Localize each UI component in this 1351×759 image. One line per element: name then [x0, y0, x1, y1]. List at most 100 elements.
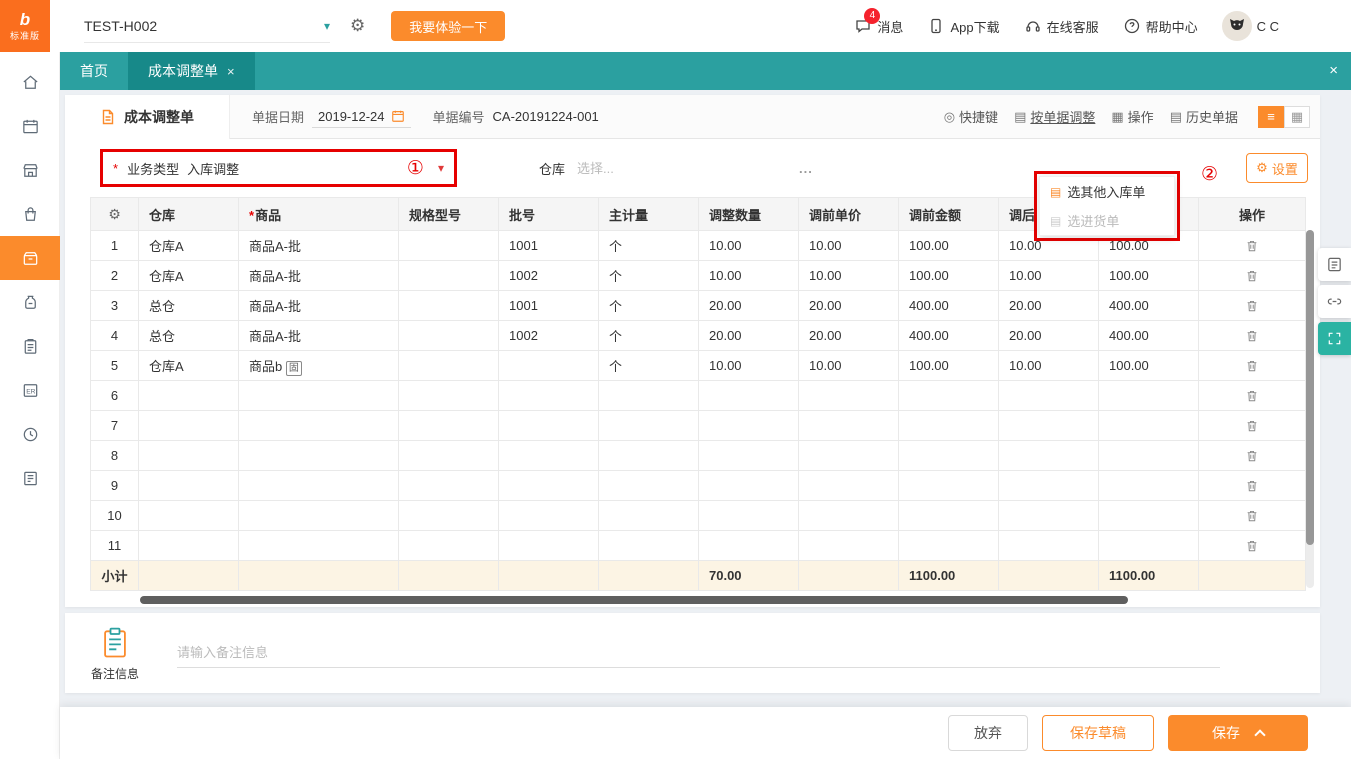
close-icon[interactable]: ×	[227, 64, 235, 79]
cell-qty[interactable]	[698, 530, 799, 561]
shortcut-keys-button[interactable]: ◎ 快捷键	[944, 107, 998, 126]
cell-post_amount[interactable]	[1098, 440, 1199, 471]
cell-unit[interactable]: 个	[598, 320, 699, 351]
cell-batch[interactable]	[498, 380, 599, 411]
cell-pre_amount[interactable]	[898, 440, 999, 471]
cell-pre_price[interactable]: 10.00	[798, 230, 899, 261]
cell-post_amount[interactable]: 100.00	[1098, 350, 1199, 381]
cell-warehouse[interactable]: 仓库A	[138, 230, 239, 261]
cell-spec[interactable]	[398, 350, 499, 381]
cell-batch[interactable]	[498, 530, 599, 561]
cell-warehouse[interactable]: 总仓	[138, 290, 239, 321]
cell-product[interactable]	[238, 500, 399, 531]
cell-post_price[interactable]: 20.00	[998, 290, 1099, 321]
cell-qty[interactable]	[698, 470, 799, 501]
cell-pre_price[interactable]: 10.00	[798, 260, 899, 291]
cell-product[interactable]	[238, 440, 399, 471]
delete-row-icon[interactable]	[1245, 299, 1259, 313]
cell-product[interactable]: 商品A-批	[238, 290, 399, 321]
cell-spec[interactable]	[398, 440, 499, 471]
cell-pre_amount[interactable]: 400.00	[898, 320, 999, 351]
cell-warehouse[interactable]	[138, 470, 239, 501]
vertical-scrollbar-thumb[interactable]	[1306, 230, 1314, 546]
cell-batch[interactable]: 1001	[498, 290, 599, 321]
cell-pre_amount[interactable]: 100.00	[898, 230, 999, 261]
tab-cost-adjustment[interactable]: 成本调整单 ×	[128, 52, 255, 90]
delete-row-icon[interactable]	[1245, 269, 1259, 283]
help-center-button[interactable]: 帮助中心	[1123, 17, 1198, 36]
cell-spec[interactable]	[398, 500, 499, 531]
cell-spec[interactable]	[398, 260, 499, 291]
cell-qty[interactable]: 20.00	[698, 290, 799, 321]
settings-button[interactable]: ⚙ 设置	[1246, 153, 1308, 183]
delete-row-icon[interactable]	[1245, 479, 1259, 493]
cell-warehouse[interactable]	[138, 380, 239, 411]
expand-tool-button[interactable]	[1318, 322, 1351, 355]
cell-qty[interactable]	[698, 380, 799, 411]
cell-post_price[interactable]	[998, 380, 1099, 411]
list-view-button[interactable]: ≡	[1258, 105, 1284, 128]
cell-unit[interactable]: 个	[598, 290, 699, 321]
cell-qty[interactable]	[698, 410, 799, 441]
cell-post_price[interactable]: 10.00	[998, 260, 1099, 291]
sidebar-item-schedule[interactable]	[0, 104, 60, 148]
cell-spec[interactable]	[398, 290, 499, 321]
delete-row-icon[interactable]	[1245, 389, 1259, 403]
cell-qty[interactable]: 10.00	[698, 260, 799, 291]
cell-qty[interactable]: 10.00	[698, 350, 799, 381]
delete-row-icon[interactable]	[1245, 239, 1259, 253]
cell-warehouse[interactable]: 总仓	[138, 320, 239, 351]
cell-pre_amount[interactable]: 400.00	[898, 290, 999, 321]
cell-pre_price[interactable]	[798, 440, 899, 471]
cell-product[interactable]: 商品A-批	[238, 230, 399, 261]
cell-post_amount[interactable]	[1098, 410, 1199, 441]
cell-pre_price[interactable]	[798, 410, 899, 441]
biz-type-select[interactable]: * 业务类型 入库调整 ① ▾	[100, 149, 457, 187]
gear-icon[interactable]: ⚙	[350, 16, 365, 36]
cell-pre_price[interactable]	[798, 380, 899, 411]
experience-button[interactable]: 我要体验一下	[391, 11, 506, 41]
doc-tab[interactable]: 成本调整单	[65, 94, 230, 139]
sidebar-item-purchase[interactable]	[0, 192, 60, 236]
cell-warehouse[interactable]: 仓库A	[138, 350, 239, 381]
attachment-tool-button[interactable]	[1318, 285, 1351, 318]
cell-unit[interactable]: 个	[598, 230, 699, 261]
cell-unit[interactable]	[598, 530, 699, 561]
close-all-icon[interactable]: ×	[1329, 62, 1338, 79]
cell-warehouse[interactable]: 仓库A	[138, 260, 239, 291]
cell-pre_amount[interactable]: 100.00	[898, 260, 999, 291]
delete-row-icon[interactable]	[1245, 329, 1259, 343]
sidebar-item-checklist[interactable]	[0, 324, 60, 368]
cell-pre_amount[interactable]	[898, 500, 999, 531]
cell-post_amount[interactable]: 400.00	[1098, 320, 1199, 351]
delete-row-icon[interactable]	[1245, 449, 1259, 463]
cell-product[interactable]: 商品A-批	[238, 260, 399, 291]
more-options-button[interactable]: ...	[799, 161, 813, 176]
cell-product[interactable]: 商品A-批	[238, 320, 399, 351]
horizontal-scrollbar-thumb[interactable]	[140, 596, 1128, 604]
user-menu[interactable]: C C	[1221, 11, 1279, 41]
app-download-button[interactable]: App下载	[927, 17, 1000, 36]
cell-qty[interactable]	[698, 500, 799, 531]
cell-batch[interactable]	[498, 350, 599, 381]
cell-post_price[interactable]: 20.00	[998, 320, 1099, 351]
save-button[interactable]: 保存	[1168, 715, 1308, 751]
warehouse-input[interactable]	[577, 160, 788, 176]
vertical-scrollbar[interactable]	[1306, 230, 1314, 588]
delete-row-icon[interactable]	[1245, 359, 1259, 373]
cell-qty[interactable]	[698, 440, 799, 471]
cell-unit[interactable]	[598, 470, 699, 501]
cell-post_amount[interactable]: 100.00	[1098, 260, 1199, 291]
sidebar-item-sales[interactable]	[0, 148, 60, 192]
delete-row-icon[interactable]	[1245, 419, 1259, 433]
cell-post_price[interactable]: 10.00	[998, 350, 1099, 381]
remarks-input[interactable]	[177, 638, 1220, 668]
cell-unit[interactable]: 个	[598, 350, 699, 381]
cell-spec[interactable]	[398, 230, 499, 261]
delete-row-icon[interactable]	[1245, 539, 1259, 553]
cell-product[interactable]	[238, 410, 399, 441]
cell-post_price[interactable]	[998, 500, 1099, 531]
cell-pre_amount[interactable]	[898, 470, 999, 501]
cell-pre_price[interactable]: 20.00	[798, 320, 899, 351]
cell-batch[interactable]	[498, 410, 599, 441]
